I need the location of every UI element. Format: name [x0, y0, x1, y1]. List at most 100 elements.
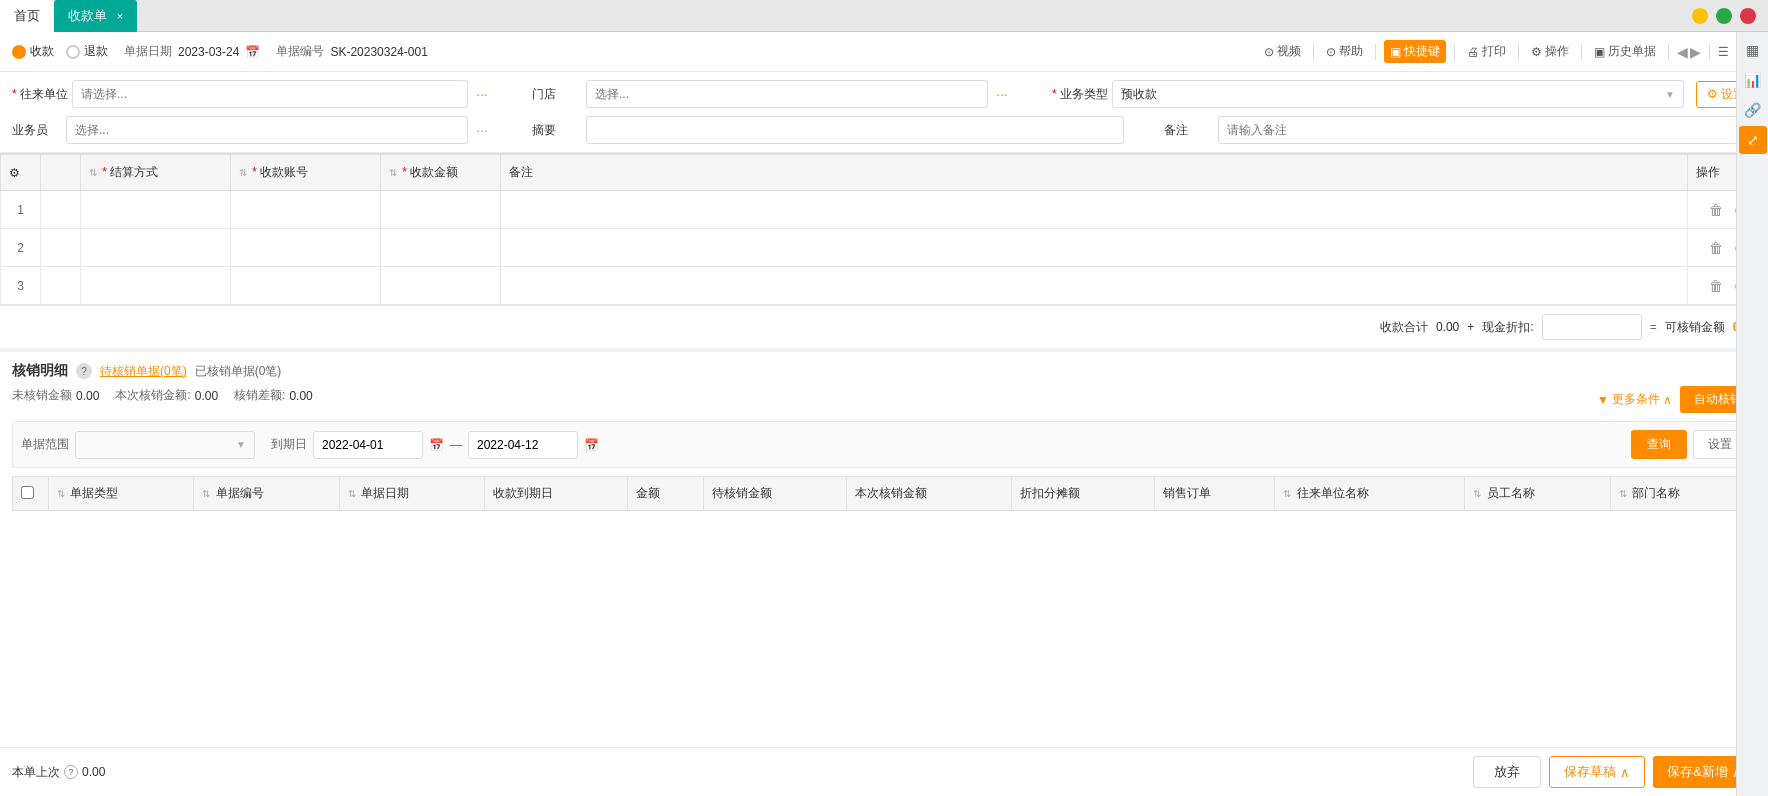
range-select[interactable]: ▼: [75, 431, 255, 459]
receipt-table-container: ⚙ ⇅ * 结算方式 ⇅ * 收款账号 ⇅ * 收款金额: [0, 153, 1768, 305]
maximize-button[interactable]: [1716, 8, 1732, 24]
radio-receipt-label[interactable]: 收款: [12, 43, 54, 60]
delete-icon[interactable]: 🗑: [1706, 238, 1726, 258]
row-amount-cell[interactable]: [381, 267, 501, 305]
row-remark-cell[interactable]: [501, 229, 1688, 267]
note-input[interactable]: [1218, 116, 1756, 144]
row-account-cell[interactable]: [231, 191, 381, 229]
discount-input[interactable]: [1542, 314, 1642, 340]
discard-button[interactable]: 放弃: [1473, 756, 1541, 788]
tab-close[interactable]: ×: [117, 10, 123, 22]
summary-input[interactable]: [586, 116, 1124, 144]
query-button[interactable]: 查询: [1631, 430, 1687, 459]
radio-refund-label[interactable]: 退款: [66, 43, 108, 60]
eq-sign: =: [1650, 320, 1657, 334]
sort-icon: ⇅: [89, 167, 97, 178]
verify-done-tab[interactable]: 已核销单据(0笔): [195, 363, 282, 380]
date-from-input[interactable]: [313, 431, 423, 459]
current-amount-header: 本次核销金额: [846, 477, 1011, 511]
filter-icon: ▼: [1597, 393, 1609, 407]
shop-label: 门店: [532, 86, 582, 103]
row-num: 2: [1, 229, 41, 267]
date-to-input[interactable]: [468, 431, 578, 459]
counterpart-name-header: ⇅ 往来单位名称: [1275, 477, 1465, 511]
unchecked-value: 0.00: [76, 389, 99, 403]
row-amount-cell[interactable]: [381, 229, 501, 267]
footer-info-icon[interactable]: ?: [64, 765, 78, 779]
shop-field: 门店 ···: [532, 80, 1012, 108]
verify-pending-tab[interactable]: 待核销单据(0笔): [100, 363, 187, 380]
calendar-icon[interactable]: 📅: [245, 45, 260, 59]
save-draft-button[interactable]: 保存草稿 ∧: [1549, 756, 1645, 788]
close-button[interactable]: [1740, 8, 1756, 24]
tab-receipt[interactable]: 收款单 ×: [54, 0, 137, 32]
help-btn[interactable]: ⊙ 帮助: [1322, 41, 1367, 62]
doc-type-header: ⇅ 单据类型: [49, 477, 194, 511]
counterpart-label: 往来单位: [12, 86, 68, 103]
row-amount-cell[interactable]: [381, 191, 501, 229]
history-icon: ▣: [1594, 45, 1605, 59]
business-type-label: 业务类型: [1052, 86, 1108, 103]
print-icon: 🖨: [1467, 45, 1479, 59]
row-remark-cell[interactable]: [501, 191, 1688, 229]
video-icon: ⊙: [1264, 45, 1274, 59]
row-account-cell[interactable]: [231, 229, 381, 267]
doc-number-label: 单据编号: [276, 43, 324, 60]
layout-list-icon[interactable]: ☰: [1718, 45, 1736, 59]
nav-prev[interactable]: ◀: [1677, 44, 1688, 60]
delete-icon[interactable]: 🗑: [1706, 276, 1726, 296]
divider3: [1454, 44, 1455, 60]
history-btn[interactable]: ▣ 历史单据: [1590, 41, 1660, 62]
minimize-button[interactable]: [1692, 8, 1708, 24]
salesperson-more-btn[interactable]: ···: [472, 122, 492, 138]
shop-input[interactable]: [586, 80, 988, 108]
row-num: 1: [1, 191, 41, 229]
sort-icon: ⇅: [239, 167, 247, 178]
calendar-icon[interactable]: 📅: [584, 438, 599, 452]
shortcut-btn[interactable]: ▣ 快捷键: [1384, 40, 1446, 63]
counterpart-more-btn[interactable]: ···: [472, 86, 492, 102]
select-all-checkbox[interactable]: [21, 486, 34, 499]
filter-row: 单据范围 ▼ 到期日 📅 — 📅 查询 设置: [12, 421, 1756, 468]
discount-header: 折扣分摊额: [1011, 477, 1154, 511]
salesperson-input[interactable]: [66, 116, 468, 144]
counterpart-input[interactable]: [72, 80, 468, 108]
business-type-select[interactable]: 预收款 ▼: [1112, 80, 1684, 108]
business-type-field: 业务类型 预收款 ▼: [1052, 80, 1684, 108]
video-btn[interactable]: ⊙ 视频: [1260, 41, 1305, 62]
operation-btn[interactable]: ⚙ 操作: [1527, 41, 1573, 62]
sort-icon: ⇅: [1619, 488, 1627, 499]
doc-date-group: 单据日期 2023-03-24 📅: [124, 43, 260, 60]
sidebar-link-icon[interactable]: 🔗: [1739, 96, 1767, 124]
row-settle-cell[interactable]: [81, 267, 231, 305]
nav-next[interactable]: ▶: [1690, 44, 1701, 60]
more-conditions-btn[interactable]: ▼ 更多条件 ∧: [1597, 391, 1672, 408]
row-settle-cell[interactable]: [81, 229, 231, 267]
current-amount-value: 0.00: [195, 389, 218, 403]
summary-field: 摘要: [532, 116, 1124, 144]
divider5: [1581, 44, 1582, 60]
verify-header: 核销明细 ? 待核销单据(0笔) 已核销单据(0笔): [12, 362, 1756, 380]
department-name-header: ⇅ 部门名称: [1610, 477, 1755, 511]
shop-more-btn[interactable]: ···: [992, 86, 1012, 102]
chevron-up-icon: ∧: [1620, 765, 1630, 780]
sidebar-chart-icon[interactable]: 📊: [1739, 66, 1767, 94]
sidebar-expand-icon[interactable]: ⤢: [1739, 126, 1767, 154]
diff-label: 核销差额:: [234, 387, 285, 404]
row-remark-cell[interactable]: [501, 267, 1688, 305]
print-btn[interactable]: 🖨 打印: [1463, 41, 1510, 62]
salesperson-field: 业务员 ···: [12, 116, 492, 144]
row-account-cell[interactable]: [231, 267, 381, 305]
note-label: 备注: [1164, 122, 1214, 139]
radio-group: 收款 退款: [12, 43, 108, 60]
delete-icon[interactable]: 🗑: [1706, 200, 1726, 220]
employee-name-header: ⇅ 员工名称: [1465, 477, 1610, 511]
verify-info-icon[interactable]: ?: [76, 363, 92, 379]
row-settle-cell[interactable]: [81, 191, 231, 229]
operation-icon: ⚙: [1531, 45, 1542, 59]
table-settings-header[interactable]: ⚙: [1, 155, 41, 191]
calendar-icon[interactable]: 📅: [429, 438, 444, 452]
radio-receipt-dot: [12, 45, 26, 59]
tab-home[interactable]: 首页: [0, 0, 54, 32]
sidebar-table-icon[interactable]: ▦: [1739, 36, 1767, 64]
